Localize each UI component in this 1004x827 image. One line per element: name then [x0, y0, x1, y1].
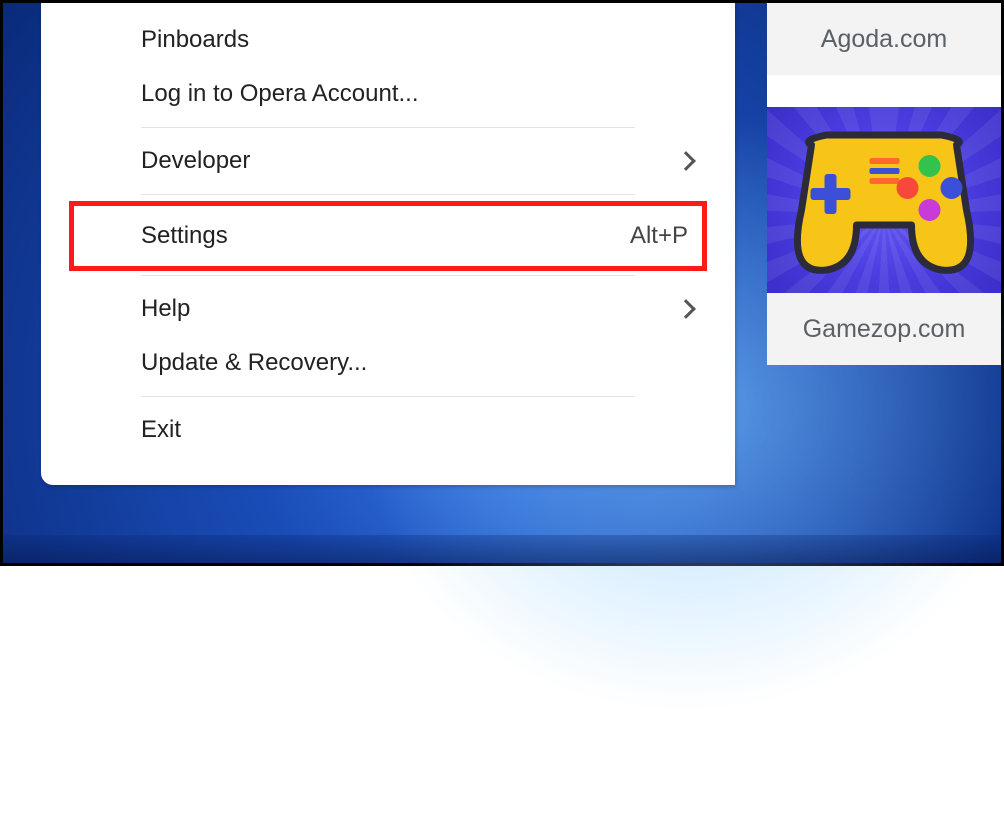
gamepad-icon: [772, 110, 997, 290]
menu-item-shortcut: Alt+P: [630, 222, 688, 250]
menu-item-login[interactable]: Log in to Opera Account...: [41, 67, 735, 121]
menu-item-label: Settings: [141, 222, 228, 250]
menu-item-exit[interactable]: Exit: [41, 403, 735, 457]
main-menu-popup: Pinboards Log in to Opera Account... Dev…: [41, 3, 735, 485]
menu-item-label: Help: [141, 295, 190, 323]
menu-item-update[interactable]: Update & Recovery...: [41, 336, 735, 390]
menu-item-developer[interactable]: Developer: [41, 134, 735, 188]
speed-dial-tile-agoda[interactable]: Agoda.com: [767, 3, 1001, 293]
menu-separator: [141, 194, 635, 195]
menu-item-label: Developer: [141, 147, 250, 175]
menu-item-label: Update & Recovery...: [141, 349, 367, 377]
tile-gap: [767, 75, 1001, 107]
chevron-right-icon: [676, 299, 696, 319]
tile-caption-text: Gamezop.com: [803, 315, 966, 344]
menu-separator: [141, 396, 635, 397]
chevron-right-icon: [676, 151, 696, 171]
tile-thumbnail-gamezop: [767, 107, 1001, 293]
taskbar-partial: [3, 535, 1001, 563]
tile-caption: Gamezop.com: [767, 293, 1001, 365]
menu-item-pinboards[interactable]: Pinboards: [41, 13, 735, 67]
menu-item-label: Exit: [141, 416, 181, 444]
speed-dial-tile-gamezop[interactable]: Gamezop.com: [767, 293, 1001, 365]
menu-separator: [141, 275, 635, 276]
tile-caption-text: Agoda.com: [821, 25, 947, 54]
speed-dial-column: Agoda.com Gamezop.com: [767, 3, 1001, 365]
tile-caption: Agoda.com: [767, 3, 1001, 75]
menu-item-label: Pinboards: [141, 26, 249, 54]
menu-item-label: Log in to Opera Account...: [141, 80, 419, 108]
menu-item-settings[interactable]: Settings Alt+P: [69, 201, 707, 271]
menu-item-help[interactable]: Help: [41, 282, 735, 336]
menu-separator: [141, 127, 635, 128]
